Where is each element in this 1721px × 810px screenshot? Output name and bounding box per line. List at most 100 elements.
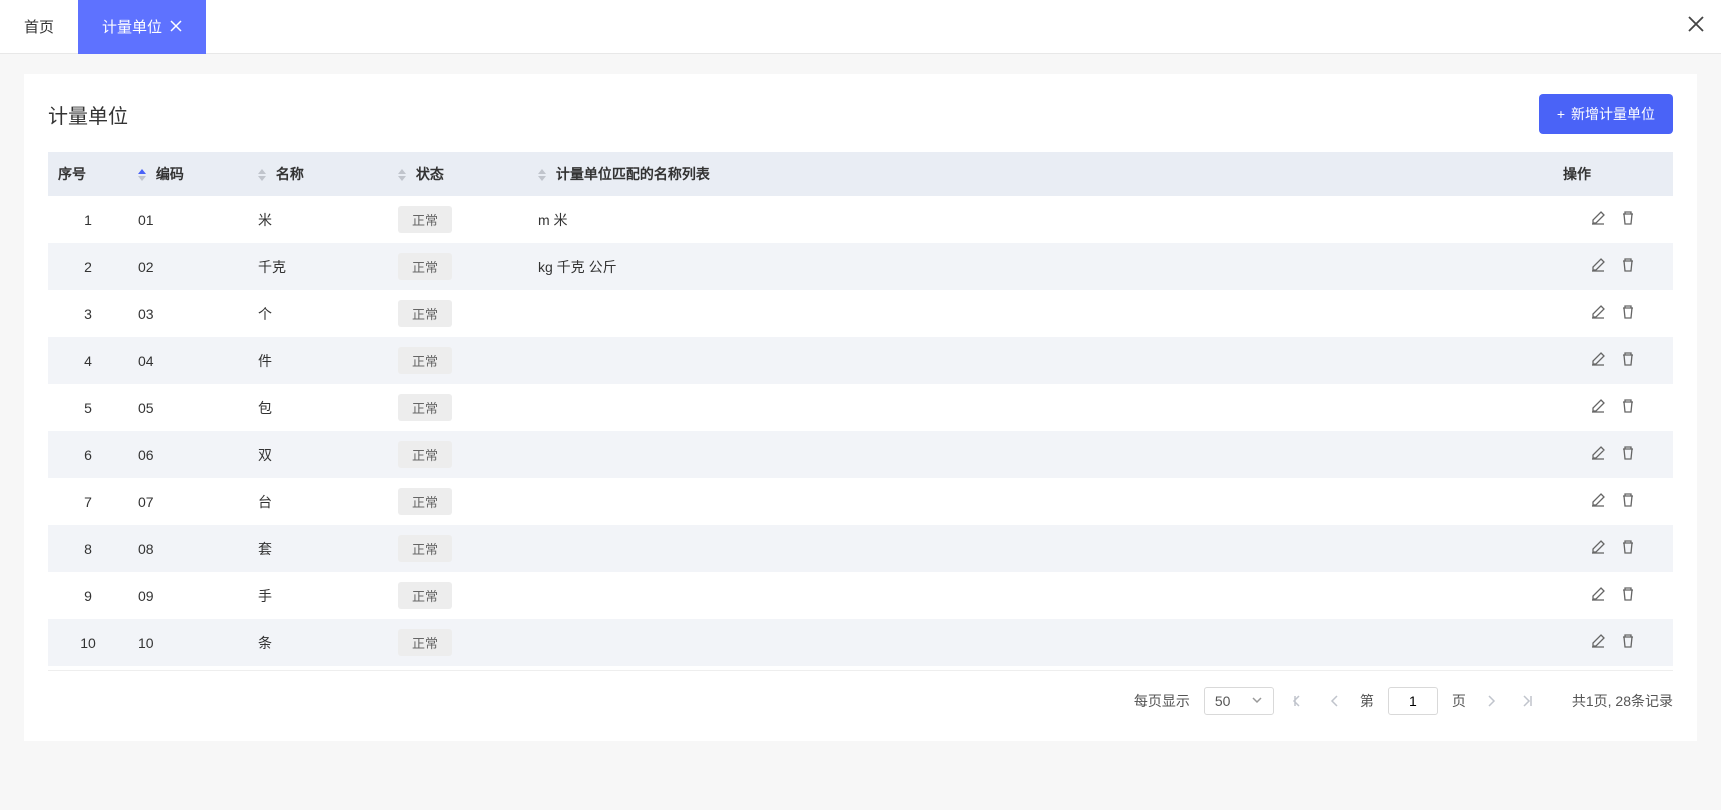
status-badge: 正常: [398, 441, 452, 468]
cell-status: 正常: [388, 478, 528, 525]
cell-index: 9: [48, 572, 128, 619]
prev-page-icon[interactable]: [1324, 694, 1346, 708]
page-number-input[interactable]: [1388, 687, 1438, 715]
cell-index: 2: [48, 243, 128, 290]
last-page-icon[interactable]: [1516, 694, 1538, 708]
close-all-icon[interactable]: [1687, 15, 1705, 39]
page-prefix: 第: [1360, 691, 1374, 711]
cell-action: [1553, 619, 1673, 666]
edit-icon[interactable]: [1590, 586, 1606, 602]
delete-icon[interactable]: [1620, 398, 1636, 414]
edit-icon[interactable]: [1590, 351, 1606, 367]
cell-name: 件: [248, 337, 388, 384]
add-unit-label: 新增计量单位: [1571, 104, 1655, 124]
cell-match: kg 千克 公斤: [528, 243, 1553, 290]
next-page-icon[interactable]: [1480, 694, 1502, 708]
edit-icon[interactable]: [1590, 304, 1606, 320]
edit-icon[interactable]: [1590, 492, 1606, 508]
cell-index: 8: [48, 525, 128, 572]
cell-match: m 米: [528, 196, 1553, 243]
add-unit-button[interactable]: + 新增计量单位: [1539, 94, 1673, 134]
cell-status: 正常: [388, 290, 528, 337]
tab-units[interactable]: 计量单位: [78, 0, 206, 54]
first-page-icon[interactable]: [1288, 694, 1310, 708]
data-table-header: 序号 编码 名称 状态: [48, 152, 1673, 196]
edit-icon[interactable]: [1590, 633, 1606, 649]
delete-icon[interactable]: [1620, 445, 1636, 461]
cell-index: 1: [48, 196, 128, 243]
delete-icon[interactable]: [1620, 539, 1636, 555]
status-badge: 正常: [398, 206, 452, 233]
status-badge: 正常: [398, 535, 452, 562]
table-row: 808套正常: [48, 525, 1673, 572]
delete-icon[interactable]: [1620, 633, 1636, 649]
delete-icon[interactable]: [1620, 257, 1636, 273]
cell-index: 5: [48, 384, 128, 431]
edit-icon[interactable]: [1590, 539, 1606, 555]
delete-icon[interactable]: [1620, 492, 1636, 508]
cell-action: [1553, 196, 1673, 243]
th-name[interactable]: 名称: [248, 152, 388, 196]
edit-icon[interactable]: [1590, 257, 1606, 273]
th-match[interactable]: 计量单位匹配的名称列表: [528, 152, 1553, 196]
th-status[interactable]: 状态: [388, 152, 528, 196]
delete-icon[interactable]: [1620, 351, 1636, 367]
sort-icon[interactable]: [258, 169, 266, 181]
cell-action: [1553, 384, 1673, 431]
cell-match: [528, 337, 1553, 384]
data-table-body: 101米正常m 米202千克正常kg 千克 公斤303个正常404件正常505包…: [48, 196, 1673, 666]
panel-header: 计量单位 + 新增计量单位: [48, 94, 1673, 134]
edit-icon[interactable]: [1590, 445, 1606, 461]
cell-name: 台: [248, 478, 388, 525]
delete-icon[interactable]: [1620, 304, 1636, 320]
table-row: 707台正常: [48, 478, 1673, 525]
sort-icon[interactable]: [538, 169, 546, 181]
cell-code: 09: [128, 572, 248, 619]
cell-action: [1553, 290, 1673, 337]
cell-index: 6: [48, 431, 128, 478]
delete-icon[interactable]: [1620, 586, 1636, 602]
status-badge: 正常: [398, 629, 452, 656]
cell-match: [528, 572, 1553, 619]
cell-name: 手: [248, 572, 388, 619]
plus-icon: +: [1557, 107, 1565, 121]
cell-name: 米: [248, 196, 388, 243]
page-size-select[interactable]: 50: [1204, 687, 1274, 715]
table-row: 606双正常: [48, 431, 1673, 478]
cell-status: 正常: [388, 572, 528, 619]
tab-home[interactable]: 首页: [0, 0, 78, 54]
edit-icon[interactable]: [1590, 398, 1606, 414]
cell-index: 10: [48, 619, 128, 666]
th-code[interactable]: 编码: [128, 152, 248, 196]
table-row: 202千克正常kg 千克 公斤: [48, 243, 1673, 290]
th-action: 操作: [1553, 152, 1673, 196]
cell-match: [528, 290, 1553, 337]
table-row: 303个正常: [48, 290, 1673, 337]
cell-code: 07: [128, 478, 248, 525]
page-suffix: 页: [1452, 691, 1466, 711]
close-icon[interactable]: [170, 19, 182, 35]
delete-icon[interactable]: [1620, 210, 1636, 226]
cell-match: [528, 384, 1553, 431]
edit-icon[interactable]: [1590, 210, 1606, 226]
table-row: 505包正常: [48, 384, 1673, 431]
sort-icon[interactable]: [138, 169, 146, 181]
pagination-summary: 共1页, 28条记录: [1572, 691, 1673, 711]
cell-action: [1553, 337, 1673, 384]
status-badge: 正常: [398, 488, 452, 515]
cell-match: [528, 431, 1553, 478]
cell-code: 02: [128, 243, 248, 290]
cell-action: [1553, 478, 1673, 525]
cell-name: 包: [248, 384, 388, 431]
cell-name: 条: [248, 619, 388, 666]
table-scroll[interactable]: 101米正常m 米202千克正常kg 千克 公斤303个正常404件正常505包…: [48, 196, 1673, 666]
page-title: 计量单位: [48, 100, 128, 129]
per-page-label: 每页显示: [1134, 691, 1190, 711]
sort-icon[interactable]: [398, 169, 406, 181]
table-row: 909手正常: [48, 572, 1673, 619]
panel: 计量单位 + 新增计量单位 序号 编码 名称: [24, 74, 1697, 741]
cell-index: 7: [48, 478, 128, 525]
cell-status: 正常: [388, 384, 528, 431]
cell-name: 双: [248, 431, 388, 478]
cell-match: [528, 619, 1553, 666]
